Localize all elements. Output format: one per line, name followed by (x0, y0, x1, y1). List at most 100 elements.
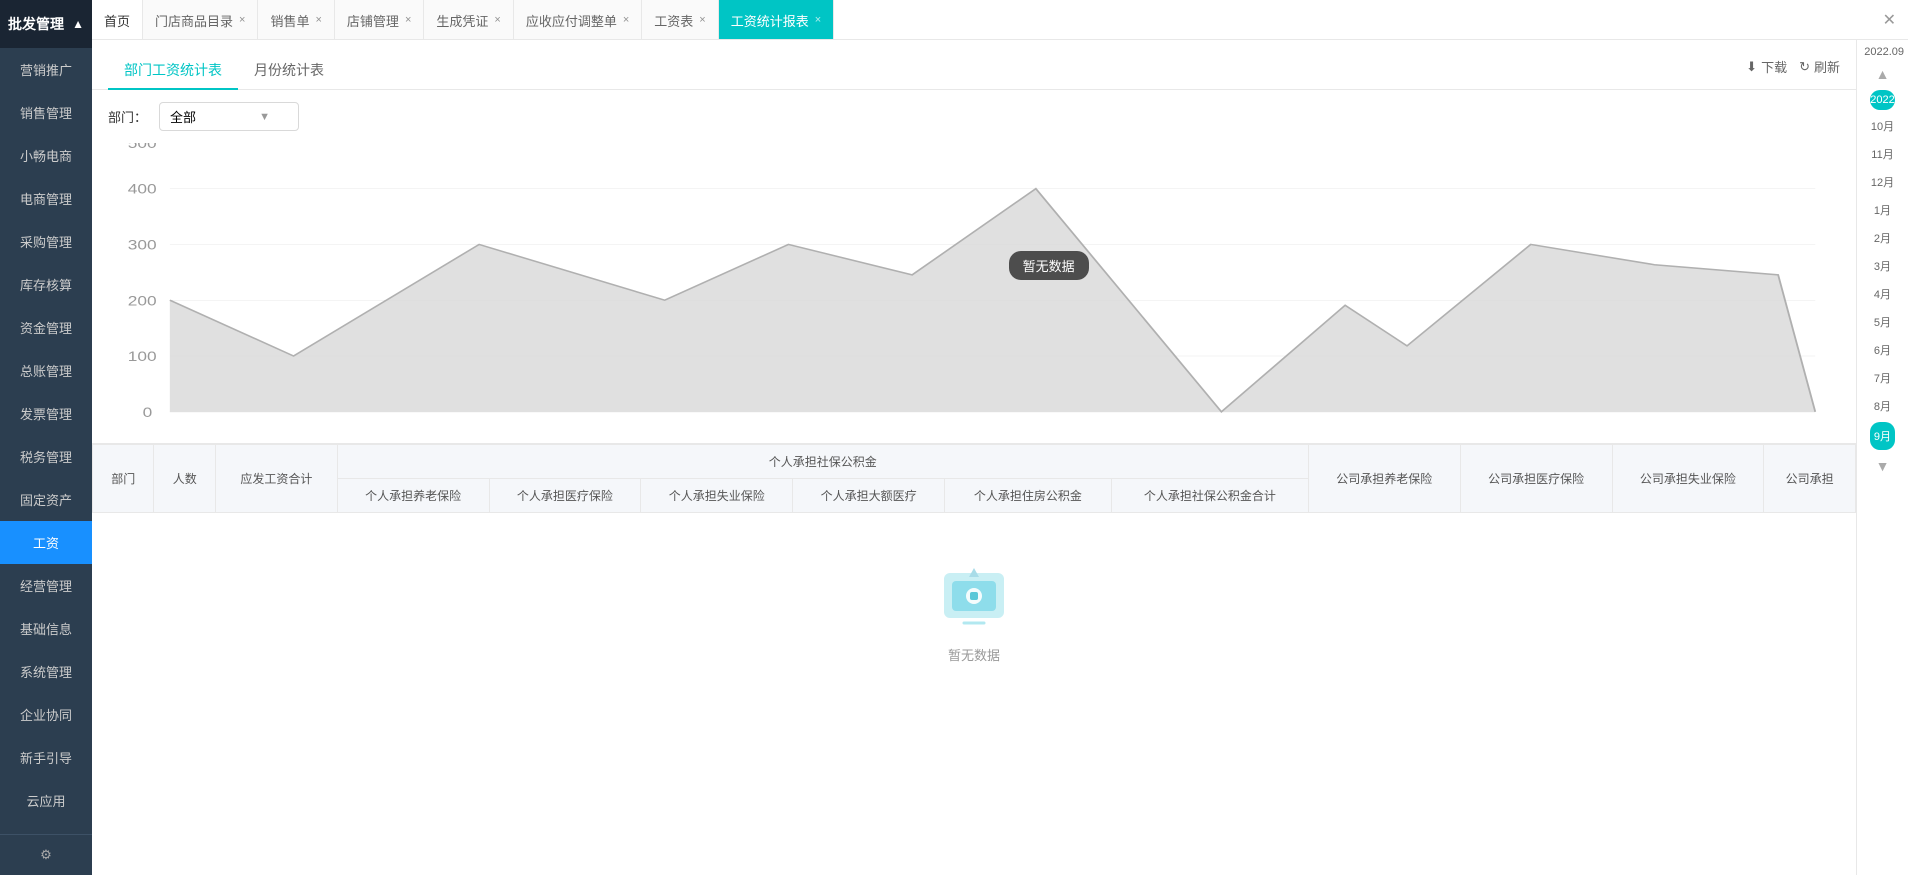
sub-tab-actions: ⬇ 下载 ↻ 刷新 (1746, 57, 1840, 84)
col-personal-medical: 个人承担医疗保险 (489, 479, 641, 513)
col-dept: 部门 (93, 445, 154, 513)
timeline-month-1月[interactable]: 1月 (1866, 196, 1898, 224)
sidebar-collapse-icon[interactable]: ▲ (72, 17, 84, 31)
sidebar-item-固定资产[interactable]: 固定资产 (0, 478, 92, 521)
sidebar-item-新手引导[interactable]: 新手引导 (0, 736, 92, 779)
sidebar-item-采购管理[interactable]: 采购管理 (0, 220, 92, 263)
col-personal-pension: 个人承担养老保险 (337, 479, 489, 513)
svg-text:500: 500 (128, 143, 157, 152)
tab-label: 生成凭证 (436, 11, 488, 30)
sidebar-item-资金管理[interactable]: 资金管理 (0, 306, 92, 349)
tab-close-icon[interactable]: × (315, 14, 321, 26)
tab-生成凭证[interactable]: 生成凭证 × (424, 0, 513, 40)
timeline-month-8月[interactable]: 8月 (1866, 392, 1898, 420)
sidebar-settings[interactable]: ⚙ (0, 834, 92, 875)
inner-content: 部门工资统计表 月份统计表 ⬇ 下载 ↻ 刷新 (92, 40, 1856, 875)
sub-tab-group: 部门工资统计表 月份统计表 (108, 52, 340, 89)
timeline-month-2月[interactable]: 2月 (1866, 224, 1898, 252)
tab-门店商品目录[interactable]: 门店商品目录 × (143, 0, 258, 40)
tab-close-icon[interactable]: × (239, 14, 245, 26)
sidebar-item-小畅电商[interactable]: 小畅电商 (0, 134, 92, 177)
sidebar-item-发票管理[interactable]: 发票管理 (0, 392, 92, 435)
col-personal-unemployment: 个人承担失业保险 (641, 479, 793, 513)
sidebar-item-工资[interactable]: 工资 (0, 521, 92, 564)
svg-text:300: 300 (128, 238, 157, 253)
chart-area: 0 100 200 300 400 500 (92, 143, 1856, 443)
refresh-button[interactable]: ↻ 刷新 (1799, 57, 1840, 76)
timeline-month-9月[interactable]: 9月 (1870, 422, 1894, 450)
col-company-medical: 公司承担医疗保险 (1460, 445, 1612, 513)
sidebar-header[interactable]: 批发管理 ▲ (0, 0, 92, 48)
tab-close-icon[interactable]: × (699, 14, 705, 26)
svg-text:400: 400 (128, 182, 157, 197)
timeline-month-4月[interactable]: 4月 (1866, 280, 1898, 308)
sidebar: 批发管理 ▲ 营销推广销售管理小畅电商电商管理采购管理库存核算资金管理总账管理发… (0, 0, 92, 875)
tab-label: 应收应付调整单 (526, 11, 617, 30)
download-icon: ⬇ (1746, 59, 1757, 75)
col-personal-total: 个人承担社保公积金合计 (1111, 479, 1308, 513)
content-area: 部门工资统计表 月份统计表 ⬇ 下载 ↻ 刷新 (92, 40, 1908, 875)
tab-close-icon[interactable]: × (815, 14, 821, 26)
sidebar-item-基础信息[interactable]: 基础信息 (0, 607, 92, 650)
sidebar-item-总账管理[interactable]: 总账管理 (0, 349, 92, 392)
col-personal-major-medical: 个人承担大额医疗 (793, 479, 945, 513)
tab-应收应付调整单[interactable]: 应收应付调整单 × (514, 0, 642, 40)
timeline-up-arrow[interactable]: ▲ (1857, 60, 1908, 88)
col-count: 人数 (154, 445, 215, 513)
tab-monthly-stat[interactable]: 月份统计表 (238, 52, 340, 90)
chart-container: 0 100 200 300 400 500 (108, 143, 1840, 427)
data-table: 部门 人数 应发工资合计 个人承担社保公积金 公司承担养老保险 公司承担医疗保险… (92, 444, 1856, 513)
timeline-month-7月[interactable]: 7月 (1866, 364, 1898, 392)
tab-bar: 首页门店商品目录×销售单×店铺管理×生成凭证×应收应付调整单×工资表×工资统计报… (92, 0, 1908, 40)
timeline-month-12月[interactable]: 12月 (1866, 168, 1898, 196)
tab-工资统计报表[interactable]: 工资统计报表× (719, 0, 834, 40)
sidebar-item-销售管理[interactable]: 销售管理 (0, 91, 92, 134)
timeline-month-3月[interactable]: 3月 (1866, 252, 1898, 280)
col-company-pension: 公司承担养老保险 (1308, 445, 1460, 513)
empty-text: 暂无数据 (948, 645, 1000, 664)
sub-tab-bar: 部门工资统计表 月份统计表 ⬇ 下载 ↻ 刷新 (92, 40, 1856, 90)
sidebar-item-营销推广[interactable]: 营销推广 (0, 48, 92, 91)
tab-label: 工资表 (654, 11, 693, 30)
tab-close-icon[interactable]: × (405, 14, 411, 26)
tab-dept-salary[interactable]: 部门工资统计表 (108, 52, 238, 90)
col-total-wage: 应发工资合计 (215, 445, 337, 513)
chevron-down-icon: ▼ (259, 111, 270, 123)
sidebar-item-系统管理[interactable]: 系统管理 (0, 650, 92, 693)
svg-text:200: 200 (128, 294, 157, 309)
table-section: 部门 人数 应发工资合计 个人承担社保公积金 公司承担养老保险 公司承担医疗保险… (92, 443, 1856, 875)
tab-close-icon[interactable]: × (494, 14, 500, 26)
sidebar-item-库存核算[interactable]: 库存核算 (0, 263, 92, 306)
timeline-year-2022[interactable]: 2022 (1870, 90, 1894, 110)
sidebar-item-企业协同[interactable]: 企业协同 (0, 693, 92, 736)
tab-label: 门店商品目录 (155, 11, 233, 30)
timeline-month-11月[interactable]: 11月 (1866, 140, 1898, 168)
tab-bar-close-button[interactable]: ✕ (1871, 10, 1908, 30)
col-personal-housing-fund: 个人承担住房公积金 (944, 479, 1111, 513)
area-chart: 0 100 200 300 400 500 (108, 143, 1840, 427)
filter-bar: 部门： 全部 ▼ (92, 90, 1856, 143)
sidebar-item-经营管理[interactable]: 经营管理 (0, 564, 92, 607)
tab-店铺管理[interactable]: 店铺管理× (335, 0, 424, 40)
tab-label: 销售单 (270, 11, 309, 30)
sidebar-item-云应用[interactable]: 云应用 (0, 779, 92, 822)
download-button[interactable]: ⬇ 下载 (1746, 57, 1787, 76)
tab-销售单[interactable]: 销售单 × (258, 0, 334, 40)
dept-filter-label: 部门： (108, 107, 147, 126)
tab-工资表[interactable]: 工资表 × (642, 0, 718, 40)
timeline-down-arrow[interactable]: ▼ (1857, 452, 1908, 480)
tab-close-icon[interactable]: × (623, 14, 629, 26)
sidebar-item-税务管理[interactable]: 税务管理 (0, 435, 92, 478)
timeline-month-5月[interactable]: 5月 (1866, 308, 1898, 336)
refresh-icon: ↻ (1799, 59, 1810, 75)
main-area: 首页门店商品目录×销售单×店铺管理×生成凭证×应收应付调整单×工资表×工资统计报… (92, 0, 1908, 875)
svg-text:0: 0 (143, 405, 153, 420)
col-group-personal: 个人承担社保公积金 (337, 445, 1308, 479)
sidebar-item-电商管理[interactable]: 电商管理 (0, 177, 92, 220)
col-company-other: 公司承担 (1764, 445, 1856, 513)
timeline-month-10月[interactable]: 10月 (1866, 112, 1898, 140)
timeline-month-6月[interactable]: 6月 (1866, 336, 1898, 364)
settings-icon: ⚙ (40, 847, 52, 862)
tab-首页[interactable]: 首页 (92, 0, 143, 40)
dept-filter-select[interactable]: 全部 ▼ (159, 102, 299, 131)
